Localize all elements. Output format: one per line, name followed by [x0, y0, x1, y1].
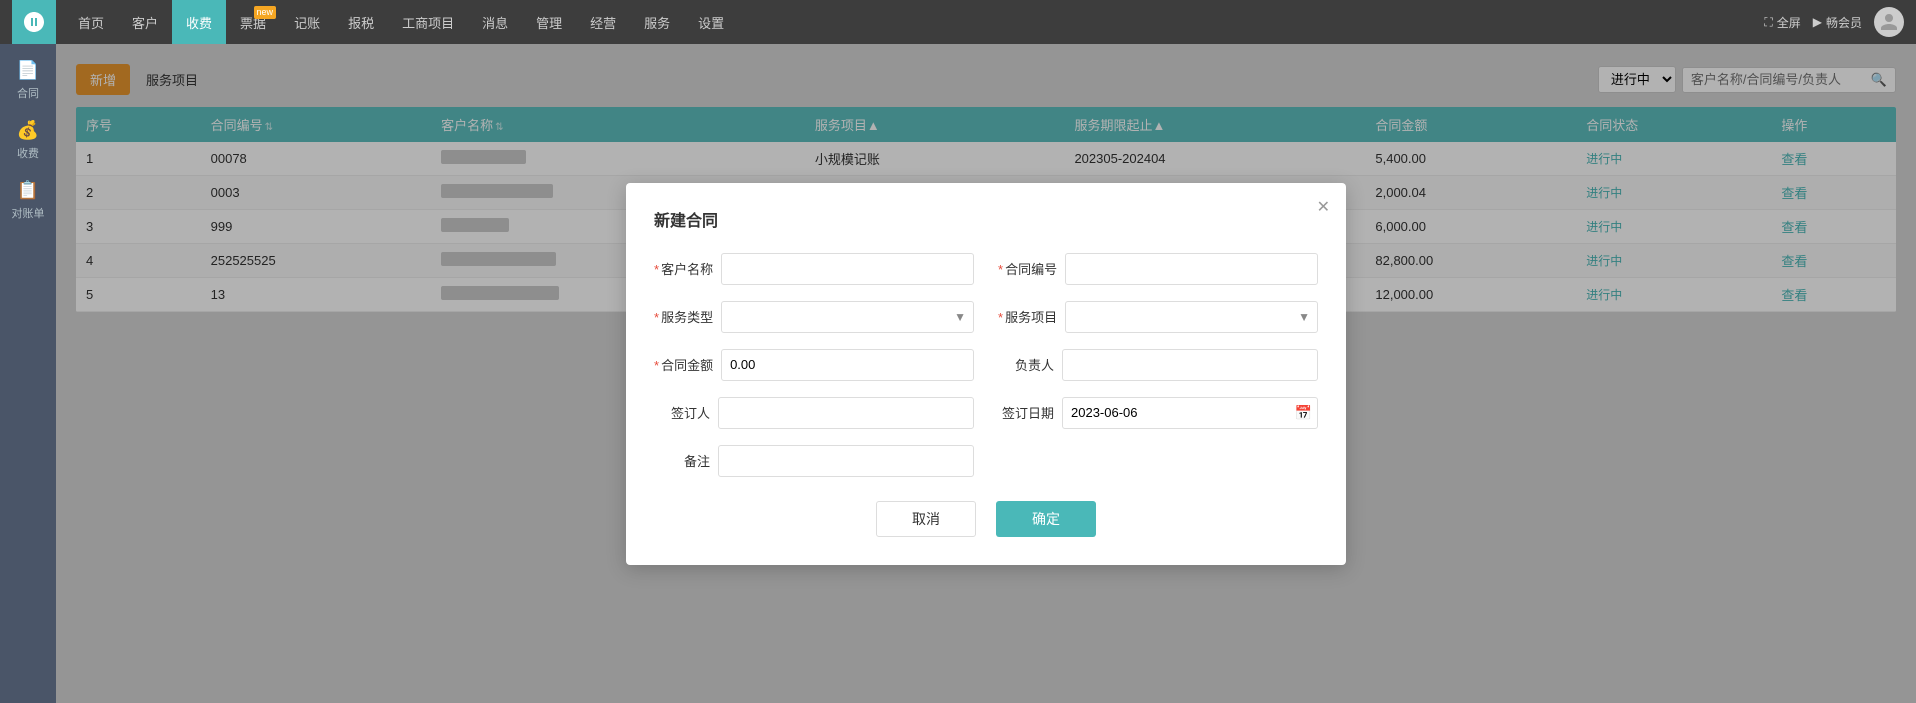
responsible-input[interactable]	[1062, 349, 1318, 381]
form-row-3: *合同金额 负责人	[654, 349, 1318, 381]
service-item-label: *服务项目	[998, 307, 1057, 326]
sign-date-wrapper: 📅	[1062, 397, 1318, 429]
contract-no-input[interactable]	[1065, 253, 1318, 285]
main-content: 新增 服务项目 进行中 已完成 已终止 🔍 序号	[56, 44, 1916, 703]
form-group-amount: *合同金额	[654, 349, 974, 381]
contract-amount-input[interactable]	[721, 349, 974, 381]
contract-no-label: *合同编号	[998, 259, 1057, 278]
app-logo	[12, 0, 56, 44]
contract-icon: 📄	[17, 60, 39, 81]
service-type-label: *服务类型	[654, 307, 713, 326]
modal-title: 新建合同	[654, 207, 1318, 231]
service-type-select-wrapper: ▼	[721, 301, 974, 333]
sidebar-item-billing[interactable]: 💰 收费	[0, 112, 56, 168]
main-layout: 📄 合同 💰 收费 📋 对账单 新增 服务项目 进行中 已完成 已终止	[0, 44, 1916, 703]
modal-overlay: 新建合同 ✕ *客户名称 *合同编号	[56, 44, 1916, 703]
nav-business[interactable]: 工商项目	[388, 0, 468, 44]
contract-amount-label: *合同金额	[654, 355, 713, 374]
nav-message[interactable]: 消息	[468, 0, 522, 44]
top-nav: 首页 客户 收费 票据 new 记账 报税 工商项目 消息 管理 经营 服务 设…	[0, 0, 1916, 44]
customer-name-label: *客户名称	[654, 259, 713, 278]
fullscreen-icon: ⛶	[1764, 15, 1772, 30]
nav-billing[interactable]: 收费	[172, 0, 226, 44]
sign-date-label: 签订日期	[998, 403, 1054, 422]
modal-close-button[interactable]: ✕	[1317, 197, 1330, 217]
form-row-2: *服务类型 ▼ *服务项目 ▼	[654, 301, 1318, 333]
customer-name-input[interactable]	[721, 253, 974, 285]
form-group-responsible: 负责人	[998, 349, 1318, 381]
form-group-service-type: *服务类型 ▼	[654, 301, 974, 333]
form-group-customer: *客户名称	[654, 253, 974, 285]
new-contract-modal: 新建合同 ✕ *客户名称 *合同编号	[626, 183, 1346, 565]
form-group-remark: 备注	[654, 445, 974, 477]
avatar[interactable]	[1874, 7, 1904, 37]
member-button[interactable]: ▶ 畅会员	[1813, 14, 1862, 31]
service-item-select-wrapper: ▼	[1065, 301, 1318, 333]
nav-operation[interactable]: 经营	[576, 0, 630, 44]
form-row-1: *客户名称 *合同编号	[654, 253, 1318, 285]
signatory-input[interactable]	[718, 397, 974, 429]
form-row-4: 签订人 签订日期 📅	[654, 397, 1318, 429]
nav-bookkeeping[interactable]: 记账	[280, 0, 334, 44]
nav-tax[interactable]: 报税	[334, 0, 388, 44]
form-group-signatory: 签订人	[654, 397, 974, 429]
nav-right: ⛶ 全屏 ▶ 畅会员	[1764, 7, 1904, 37]
modal-footer: 取消 确定	[654, 501, 1318, 537]
sidebar-item-contract[interactable]: 📄 合同	[0, 52, 56, 108]
nav-management[interactable]: 管理	[522, 0, 576, 44]
form-group-contract-no: *合同编号	[998, 253, 1318, 285]
sidebar-item-statement[interactable]: 📋 对账单	[0, 172, 56, 228]
nav-settings[interactable]: 设置	[684, 0, 738, 44]
billing-icon: 💰	[17, 120, 39, 141]
nav-home[interactable]: 首页	[64, 0, 118, 44]
service-item-select[interactable]	[1065, 301, 1318, 333]
confirm-button[interactable]: 确定	[996, 501, 1096, 537]
form-row-5: 备注	[654, 445, 1318, 477]
cancel-button[interactable]: 取消	[876, 501, 976, 537]
remark-input[interactable]	[718, 445, 974, 477]
signatory-label: 签订人	[654, 403, 710, 422]
sign-date-input[interactable]	[1062, 397, 1318, 429]
fullscreen-button[interactable]: ⛶ 全屏	[1764, 14, 1800, 31]
remark-label: 备注	[654, 451, 710, 470]
statement-icon: 📋	[17, 180, 39, 201]
sidebar: 📄 合同 💰 收费 📋 对账单	[0, 44, 56, 703]
nav-invoice[interactable]: 票据 new	[226, 0, 280, 44]
nav-service[interactable]: 服务	[630, 0, 684, 44]
member-icon: ▶	[1813, 15, 1822, 29]
service-type-select[interactable]	[721, 301, 974, 333]
responsible-label: 负责人	[998, 355, 1054, 374]
nav-customer[interactable]: 客户	[118, 0, 172, 44]
form-group-sign-date: 签订日期 📅	[998, 397, 1318, 429]
form-group-service-item: *服务项目 ▼	[998, 301, 1318, 333]
new-badge: new	[254, 6, 277, 19]
